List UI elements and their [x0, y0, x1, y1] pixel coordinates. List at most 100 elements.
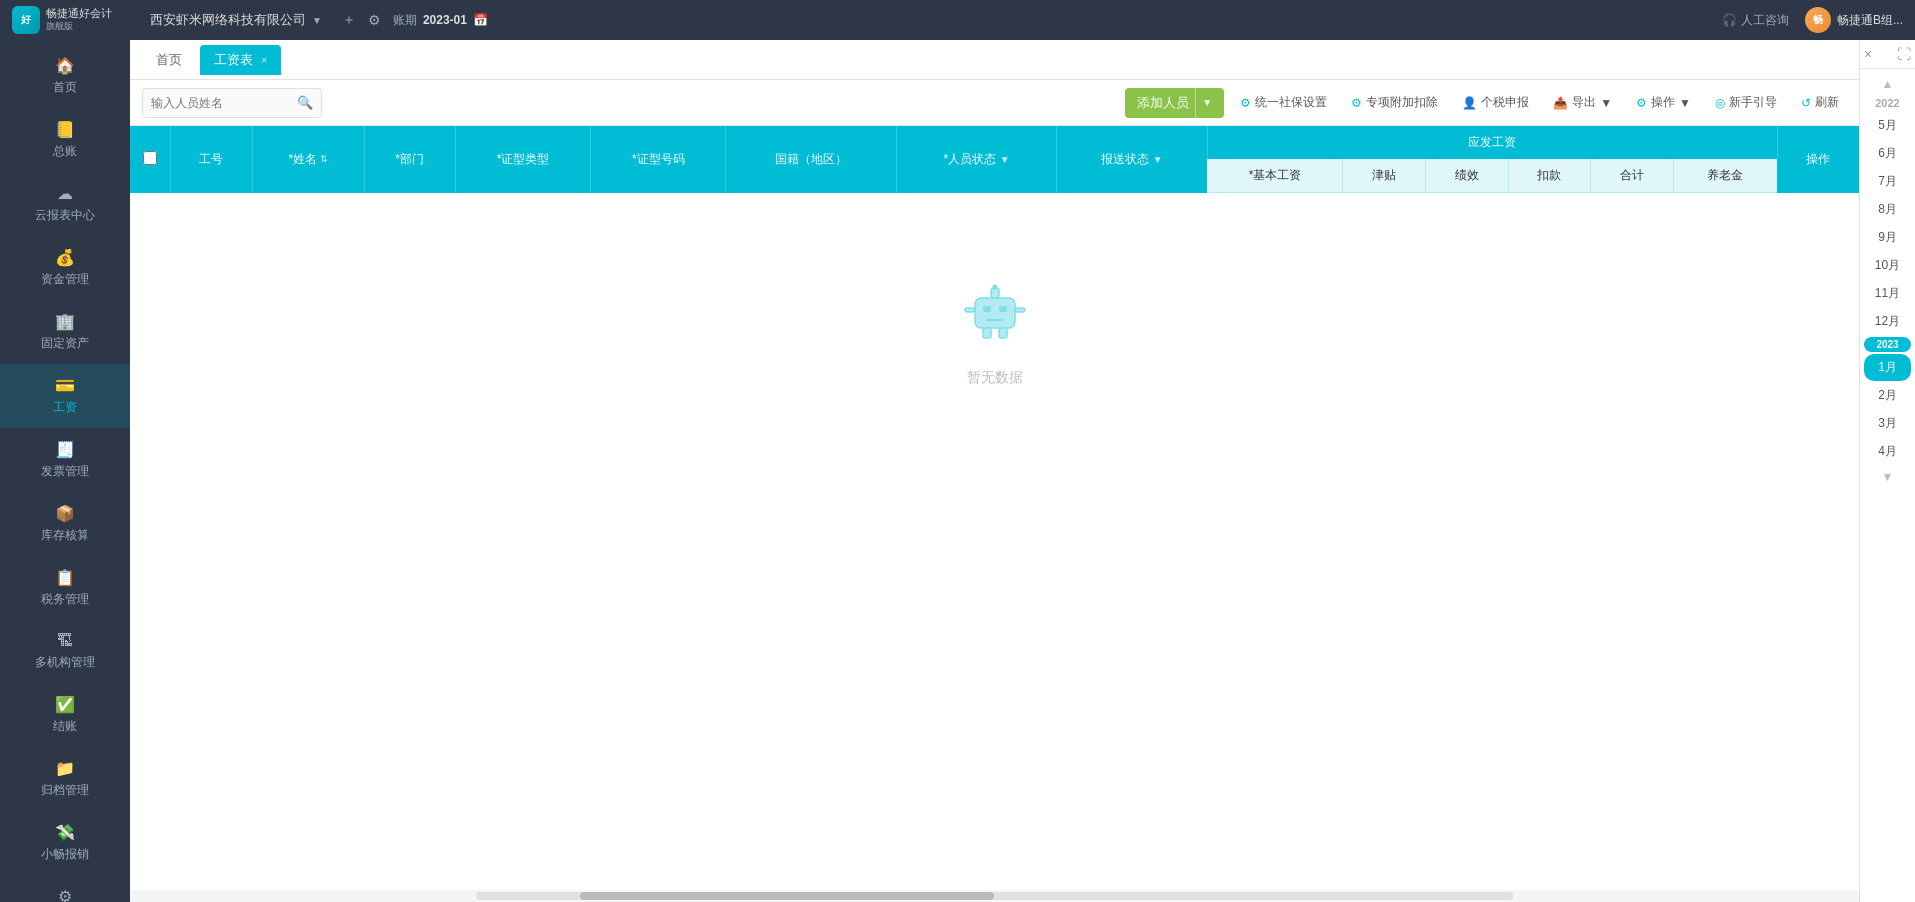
sidebar-item-expense[interactable]: 💸 小畅报销: [0, 811, 130, 875]
table-container[interactable]: 工号 *姓名 ⇅ *部门 *证型类型 *证型号码 国籍（地区） *人员状态: [130, 126, 1859, 890]
th-deduction: 扣款: [1508, 159, 1591, 193]
scroll-down-btn[interactable]: ▼: [1860, 466, 1915, 488]
month-item-2023-01[interactable]: 1月: [1864, 354, 1911, 381]
panel-close-button[interactable]: ×: [1864, 46, 1872, 62]
scroll-up-btn[interactable]: ▲: [1860, 73, 1915, 95]
sidebar-item-ledger[interactable]: 📒 总账: [0, 108, 130, 172]
sidebar-item-fixed-asset[interactable]: 🏢 固定资产: [0, 300, 130, 364]
th-payroll-group: 应发工资: [1207, 126, 1777, 159]
th-operations: 操作: [1777, 126, 1859, 193]
right-panel: × ⛶ ▲ 2022 5月 6月 7月 8月 9月 10月 11月 12月 20…: [1859, 40, 1915, 902]
svg-rect-9: [999, 328, 1007, 338]
sidebar-item-inventory[interactable]: 📦 库存核算: [0, 492, 130, 556]
th-emp-status: *人员状态 ▼: [897, 126, 1057, 193]
svg-rect-7: [1015, 308, 1025, 312]
sidebar-item-label: 归档管理: [41, 782, 89, 799]
sidebar-item-label: 多机构管理: [35, 654, 95, 671]
th-nationality: 国籍（地区）: [726, 126, 897, 193]
sidebar-item-tax[interactable]: 📋 税务管理: [0, 556, 130, 620]
cloud-icon: ☁: [57, 184, 73, 203]
select-all-checkbox[interactable]: [143, 151, 157, 165]
app-logo-icon: 好: [12, 6, 40, 34]
table-header-row1: 工号 *姓名 ⇅ *部门 *证型类型 *证型号码 国籍（地区） *人员状态: [130, 126, 1859, 159]
tab-payroll-close[interactable]: ×: [261, 54, 267, 66]
settle-icon: ✅: [55, 695, 75, 714]
guide-btn[interactable]: ◎ 新手引导: [1707, 90, 1785, 115]
guide-icon: ◎: [1715, 96, 1725, 110]
fixed-asset-icon: 🏢: [55, 312, 75, 331]
sidebar-item-settle[interactable]: ✅ 结账: [0, 683, 130, 747]
company-dropdown-arrow: ▼: [312, 15, 322, 26]
sidebar-item-label: 工资: [53, 399, 77, 416]
calendar-icon[interactable]: 📅: [473, 13, 488, 27]
top-header: 好 畅捷通好会计 旗舰版 西安虾米网络科技有限公司 ▼ ＋ ⚙ 账期 2023-…: [0, 0, 1915, 40]
personal-tax-btn[interactable]: 👤 个税申报: [1454, 90, 1537, 115]
month-item-2022-06[interactable]: 6月: [1864, 140, 1911, 167]
gear-icon: ⚙: [368, 12, 381, 28]
th-name-label: *姓名: [289, 151, 318, 168]
sidebar-item-settings[interactable]: ⚙ 基础设置: [0, 875, 130, 902]
add-person-button[interactable]: 添加人员 ▼: [1125, 88, 1224, 118]
sort-name[interactable]: *姓名 ⇅: [289, 151, 329, 168]
month-item-2023-04[interactable]: 4月: [1864, 438, 1911, 465]
h-scrollbar-track[interactable]: [476, 892, 1513, 900]
right-header-area: 🎧 人工咨询 畅 畅捷通B组...: [1722, 7, 1903, 33]
tab-payroll[interactable]: 工资表 ×: [200, 45, 281, 75]
svg-rect-1: [983, 306, 991, 312]
special-deduct-btn[interactable]: ⚙ 专项附加扣除: [1343, 90, 1446, 115]
month-item-2022-05[interactable]: 5月: [1864, 112, 1911, 139]
th-dept: *部门: [364, 126, 455, 193]
social-security-btn[interactable]: ⚙ 统一社保设置: [1232, 90, 1335, 115]
add-person-dropdown-arrow[interactable]: ▼: [1195, 88, 1212, 118]
empty-state: 暂无数据: [130, 193, 1859, 467]
sidebar-item-invoice[interactable]: 🧾 发票管理: [0, 428, 130, 492]
special-deduct-label: 专项附加扣除: [1366, 94, 1438, 111]
th-allowance: 津贴: [1343, 159, 1426, 193]
logo-area: 好 畅捷通好会计 旗舰版: [12, 6, 142, 34]
h-scrollbar-thumb[interactable]: [580, 892, 995, 900]
settings-btn[interactable]: ⚙: [368, 12, 381, 28]
tabs-bar: 首页 工资表 ×: [130, 40, 1859, 80]
export-btn[interactable]: 📤 导出 ▼: [1545, 90, 1620, 115]
sidebar-item-archive[interactable]: 📁 归档管理: [0, 747, 130, 811]
sidebar-item-multi-org[interactable]: 🏗 多机构管理: [0, 620, 130, 683]
tab-home[interactable]: 首页: [142, 45, 196, 75]
add-company-btn[interactable]: ＋: [342, 11, 356, 29]
sidebar-item-payroll[interactable]: 💳 工资: [0, 364, 130, 428]
sidebar-item-home[interactable]: 🏠 首页: [0, 44, 130, 108]
sidebar-item-label: 总账: [53, 143, 77, 160]
settings-icon: ⚙: [58, 887, 72, 902]
th-name[interactable]: *姓名 ⇅: [253, 126, 364, 193]
search-icon[interactable]: 🔍: [297, 95, 313, 110]
month-item-2023-02[interactable]: 2月: [1864, 382, 1911, 409]
company-selector[interactable]: 西安虾米网络科技有限公司 ▼: [142, 7, 330, 33]
sidebar-item-cloud-report[interactable]: ☁ 云报表中心: [0, 172, 130, 236]
service-btn[interactable]: 🎧 人工咨询: [1722, 12, 1789, 29]
month-item-2022-08[interactable]: 8月: [1864, 196, 1911, 223]
empty-state-row: 暂无数据: [130, 193, 1859, 468]
plus-icon: ＋: [342, 11, 356, 29]
personal-tax-icon: 👤: [1462, 96, 1477, 110]
refresh-icon: ↺: [1801, 96, 1811, 110]
payroll-icon: 💳: [55, 376, 75, 395]
month-item-2022-12[interactable]: 12月: [1864, 308, 1911, 335]
fund-icon: 💰: [55, 248, 75, 267]
panel-expand-button[interactable]: ⛶: [1897, 46, 1911, 62]
add-person-label: 添加人员: [1137, 94, 1189, 112]
refresh-btn[interactable]: ↺ 刷新: [1793, 90, 1847, 115]
month-item-2023-03[interactable]: 3月: [1864, 410, 1911, 437]
search-input[interactable]: [151, 96, 291, 110]
export-icon: 📤: [1553, 96, 1568, 110]
content-area: 首页 工资表 × 🔍 添加人员 ▼ ⚙ 统一社保设置 ⚙: [130, 40, 1859, 902]
emp-status-filter-icon[interactable]: ▼: [1000, 154, 1010, 165]
month-item-2022-10[interactable]: 10月: [1864, 252, 1911, 279]
month-item-2022-07[interactable]: 7月: [1864, 168, 1911, 195]
sidebar-item-label: 发票管理: [41, 463, 89, 480]
prev-year-header: 2022: [1860, 95, 1915, 111]
sidebar-item-fund[interactable]: 💰 资金管理: [0, 236, 130, 300]
report-status-filter-icon[interactable]: ▼: [1153, 154, 1163, 165]
operations-btn[interactable]: ⚙ 操作 ▼: [1628, 90, 1699, 115]
month-item-2022-09[interactable]: 9月: [1864, 224, 1911, 251]
month-item-2022-11[interactable]: 11月: [1864, 280, 1911, 307]
user-avatar-area[interactable]: 畅 畅捷通B组...: [1805, 7, 1903, 33]
